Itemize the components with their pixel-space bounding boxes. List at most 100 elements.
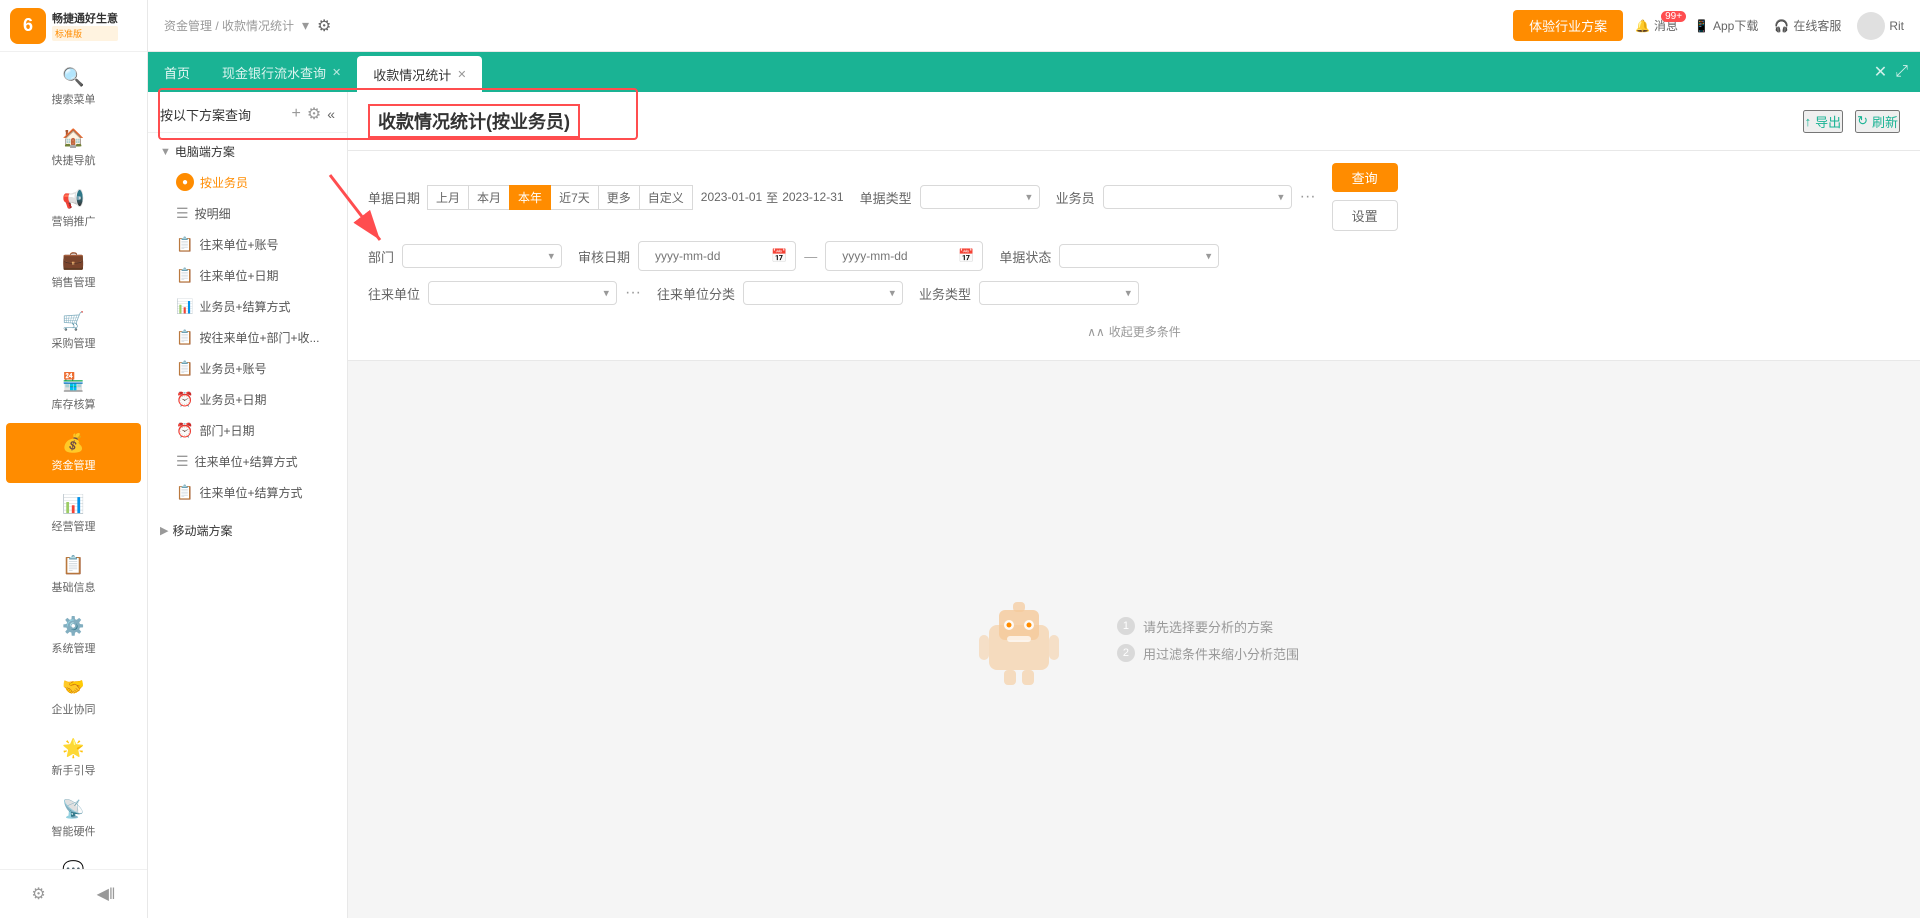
- date-to: 2023-12-31: [782, 190, 843, 204]
- sidebar-item-label: 库存核算: [52, 396, 96, 412]
- setting-btn[interactable]: 设置: [1332, 200, 1398, 231]
- sidebar-item-hardware[interactable]: 📡 智能硬件: [6, 789, 141, 849]
- pc-group-header[interactable]: ▼ 电脑端方案: [148, 137, 347, 166]
- sidebar-item-wechat[interactable]: 💬 企业微信: [6, 850, 141, 869]
- date-range: 2023-01-01 至 2023-12-31: [701, 189, 844, 206]
- tab-receipt-close[interactable]: ✕: [457, 68, 466, 81]
- schema-item-unit-account[interactable]: 📋 往来单位+账号: [148, 229, 347, 260]
- biz-type-select[interactable]: [979, 281, 1139, 305]
- table-icon: 📋: [176, 329, 193, 346]
- schema-item-unit-settle2[interactable]: 📋 往来单位+结算方式: [148, 477, 347, 508]
- message-btn[interactable]: 🔔 消息 99+: [1635, 17, 1678, 34]
- schema-item-label: 业务员+结算方式: [199, 298, 290, 315]
- salesman-filter: 业务员 ···: [1056, 185, 1316, 209]
- breadcrumb: 资金管理 / 收款情况统计: [164, 17, 294, 34]
- bill-status-select[interactable]: [1059, 244, 1219, 268]
- sidebar-item-base[interactable]: 📋 基础信息: [6, 545, 141, 605]
- mobile-group-header[interactable]: ▶ 移动端方案: [148, 516, 347, 545]
- empty-robot-icon: [969, 590, 1069, 690]
- sidebar-item-sales[interactable]: 💼 销售管理: [6, 240, 141, 300]
- sidebar-item-operation[interactable]: 📊 经营管理: [6, 484, 141, 544]
- audit-from-input[interactable]: [647, 245, 767, 267]
- schema-item-unit-settle1[interactable]: ☰ 往来单位+结算方式: [148, 446, 347, 477]
- audit-to-wrap: 📅: [825, 241, 983, 271]
- salesman-more-btn[interactable]: ···: [1300, 188, 1316, 206]
- chart-icon: 📊: [62, 494, 84, 515]
- date-tab-this-year[interactable]: 本年: [509, 185, 551, 210]
- sidebar-item-system[interactable]: ⚙️ 系统管理: [6, 606, 141, 666]
- schema-settings-btn[interactable]: ⚙: [307, 104, 321, 124]
- tab-close-all-icon[interactable]: ✕: [1874, 62, 1887, 82]
- salesman-input[interactable]: [1103, 185, 1292, 209]
- audit-to-input[interactable]: [834, 245, 954, 267]
- sidebar-item-quicknav[interactable]: 🏠 快捷导航: [6, 118, 141, 178]
- partner-select-wrap: [428, 281, 617, 305]
- tab-bank[interactable]: 现金银行流水查询 ✕: [206, 52, 357, 92]
- partner-input[interactable]: [428, 281, 617, 305]
- export-btn[interactable]: ↑ 导出: [1803, 110, 1844, 133]
- filter-row-3: 往来单位 ··· 往来单位分类 业务类型: [368, 281, 1900, 305]
- tab-bank-close[interactable]: ✕: [332, 66, 341, 79]
- right-content: 收款情况统计(按业务员) ↑ 导出 ↻ 刷新 单据日期: [348, 92, 1920, 918]
- collapse-panel-btn[interactable]: «: [327, 106, 335, 122]
- query-buttons: 查询 设置: [1332, 163, 1398, 231]
- trial-button[interactable]: 体验行业方案: [1513, 10, 1623, 41]
- sidebar-collapse-btn[interactable]: ◀‖: [93, 880, 120, 908]
- schema-item-salesman-settle[interactable]: 📊 业务员+结算方式: [148, 291, 347, 322]
- sidebar-item-label: 企业协同: [52, 701, 96, 717]
- query-btn[interactable]: 查询: [1332, 163, 1398, 192]
- online-service-btn[interactable]: 🎧 在线客服: [1774, 17, 1841, 34]
- sidebar-item-corp[interactable]: 🤝 企业协同: [6, 667, 141, 727]
- left-panel-title: 按以下方案查询: [160, 105, 251, 124]
- dept-filter-label: 部门: [368, 247, 394, 266]
- chevron-down-icon[interactable]: ▾: [302, 17, 309, 34]
- date-tab-custom[interactable]: 自定义: [639, 185, 693, 210]
- schema-item-salesman[interactable]: ● 按业务员: [148, 166, 347, 198]
- system-icon: ⚙️: [62, 616, 84, 637]
- schema-item-label: 业务员+日期: [199, 391, 266, 408]
- partner-classify-filter: 往来单位分类: [657, 281, 903, 305]
- sidebar-item-newguide[interactable]: 🌟 新手引导: [6, 728, 141, 788]
- date-tab-last-month[interactable]: 上月: [427, 185, 469, 210]
- group-arrow-down-icon: ▼: [160, 146, 171, 158]
- sidebar-item-purchase[interactable]: 🛒 采购管理: [6, 301, 141, 361]
- audit-date-label: 审核日期: [578, 247, 630, 266]
- sidebar-item-finance[interactable]: 💰 资金管理: [6, 423, 141, 483]
- sidebar-item-marketing[interactable]: 📢 营销推广: [6, 179, 141, 239]
- date-tab-more[interactable]: 更多: [598, 185, 640, 210]
- detail-icon: ☰: [176, 205, 189, 222]
- date-tab-this-month[interactable]: 本月: [468, 185, 510, 210]
- partner-more-btn[interactable]: ···: [625, 284, 641, 302]
- schema-item-salesman-date[interactable]: ⏰ 业务员+日期: [148, 384, 347, 415]
- collapse-bar[interactable]: ∧∧ 收起更多条件: [368, 315, 1900, 348]
- empty-tip-1: 1 请先选择要分析的方案: [1117, 617, 1299, 636]
- partner-classify-select-wrap: [743, 281, 903, 305]
- refresh-btn[interactable]: ↻ 刷新: [1855, 110, 1900, 133]
- topbar-right: 🔔 消息 99+ 📱 App下载 🎧 在线客服 Rit: [1635, 12, 1904, 40]
- tab-home[interactable]: 首页: [148, 63, 206, 82]
- date-tab-7days[interactable]: 近7天: [550, 185, 599, 210]
- schema-item-unit-date[interactable]: 📋 往来单位+日期: [148, 260, 347, 291]
- type-select[interactable]: [920, 185, 1040, 209]
- gear-icon[interactable]: ⚙: [317, 16, 331, 36]
- tab-restore-icon[interactable]: ⤢: [1895, 63, 1908, 81]
- add-schema-btn[interactable]: +: [292, 105, 301, 123]
- sidebar-settings-btn[interactable]: ⚙: [27, 880, 49, 908]
- page-actions: ↑ 导出 ↻ 刷新: [1803, 110, 1900, 133]
- sidebar-item-search[interactable]: 🔍 搜索菜单: [6, 57, 141, 117]
- user-area[interactable]: Rit: [1857, 12, 1904, 40]
- date-filter-label: 单据日期: [368, 188, 420, 207]
- schema-item-salesman-account[interactable]: 📋 业务员+账号: [148, 353, 347, 384]
- sidebar-item-stock[interactable]: 🏪 库存核算: [6, 362, 141, 422]
- logo-icon: 6: [10, 8, 46, 44]
- sidebar-item-label: 采购管理: [52, 335, 96, 351]
- app-download-btn[interactable]: 📱 App下载: [1694, 17, 1758, 34]
- date-tabs: 上月 本月 本年 近7天 更多 自定义: [428, 185, 693, 210]
- schema-item-detail[interactable]: ☰ 按明细: [148, 198, 347, 229]
- schema-item-dept-date[interactable]: ⏰ 部门+日期: [148, 415, 347, 446]
- tab-receipt[interactable]: 收款情况统计 ✕: [357, 56, 482, 92]
- partner-classify-select[interactable]: [743, 281, 903, 305]
- dept-select[interactable]: [402, 244, 562, 268]
- schema-item-unit-dept[interactable]: 📋 按往来单位+部门+收...: [148, 322, 347, 353]
- left-panel: 按以下方案查询 + ⚙ « ▼ 电脑端方案 ● 按业务员 ☰ 按明: [148, 92, 348, 918]
